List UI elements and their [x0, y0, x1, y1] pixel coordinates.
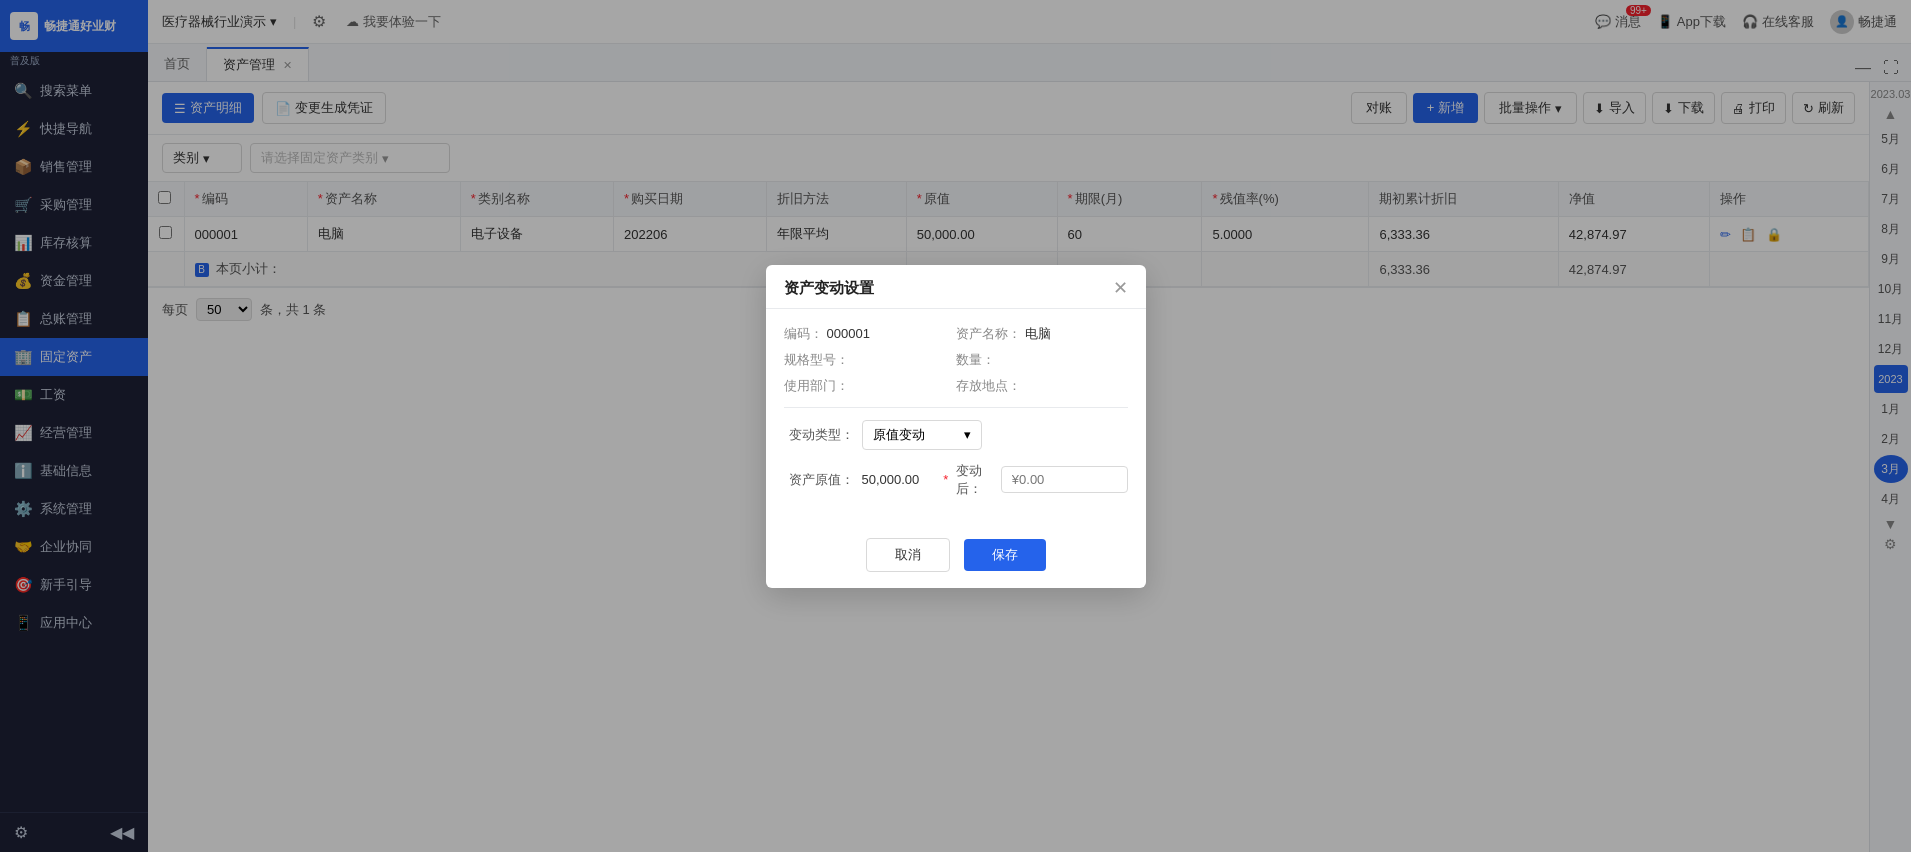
code-label: 编码： [784, 325, 823, 343]
spec-label: 规格型号： [784, 351, 849, 369]
modal-footer: 取消 保存 [766, 526, 1146, 588]
modal-code-field: 编码： 000001 [784, 325, 956, 343]
after-value-input[interactable] [1001, 466, 1128, 493]
save-button[interactable]: 保存 [964, 539, 1046, 571]
modal-location-field: 存放地点： [956, 377, 1128, 395]
department-label: 使用部门： [784, 377, 849, 395]
original-value-label: 资产原值： [784, 471, 854, 489]
change-type-label: 变动类型： [784, 426, 854, 444]
asset-name-value: 电脑 [1025, 325, 1051, 343]
original-value-display: 50,000.00 [862, 472, 920, 487]
modal-body: 编码： 000001 资产名称： 电脑 规格型号： 数量： 使用部门： [766, 309, 1146, 526]
change-type-select[interactable]: 原值变动 ▾ [862, 420, 982, 450]
cancel-button[interactable]: 取消 [866, 538, 950, 572]
asset-name-label: 资产名称： [956, 325, 1021, 343]
change-type-value: 原值变动 [873, 426, 925, 444]
chevron-down-icon: ▾ [964, 427, 971, 442]
modal-title: 资产变动设置 [784, 279, 874, 298]
modal-overlay: 资产变动设置 ✕ 编码： 000001 资产名称： 电脑 规格型号： 数 [0, 0, 1911, 852]
modal-info-grid: 编码： 000001 资产名称： 电脑 规格型号： 数量： 使用部门： [784, 325, 1128, 408]
quantity-label: 数量： [956, 351, 995, 369]
modal-spec-field: 规格型号： [784, 351, 956, 369]
code-value: 000001 [827, 326, 870, 341]
modal-value-row: 资产原值： 50,000.00 * 变动后： [784, 462, 1128, 498]
modal-change-type-row: 变动类型： 原值变动 ▾ [784, 420, 1128, 450]
modal-close-button[interactable]: ✕ [1113, 279, 1128, 297]
modal-department-field: 使用部门： [784, 377, 956, 395]
after-label: 变动后： [956, 462, 988, 498]
location-label: 存放地点： [956, 377, 1021, 395]
asset-change-modal: 资产变动设置 ✕ 编码： 000001 资产名称： 电脑 规格型号： 数 [766, 265, 1146, 588]
modal-header: 资产变动设置 ✕ [766, 265, 1146, 309]
required-star: * [943, 472, 948, 487]
modal-asset-name-field: 资产名称： 电脑 [956, 325, 1128, 343]
modal-quantity-field: 数量： [956, 351, 1128, 369]
